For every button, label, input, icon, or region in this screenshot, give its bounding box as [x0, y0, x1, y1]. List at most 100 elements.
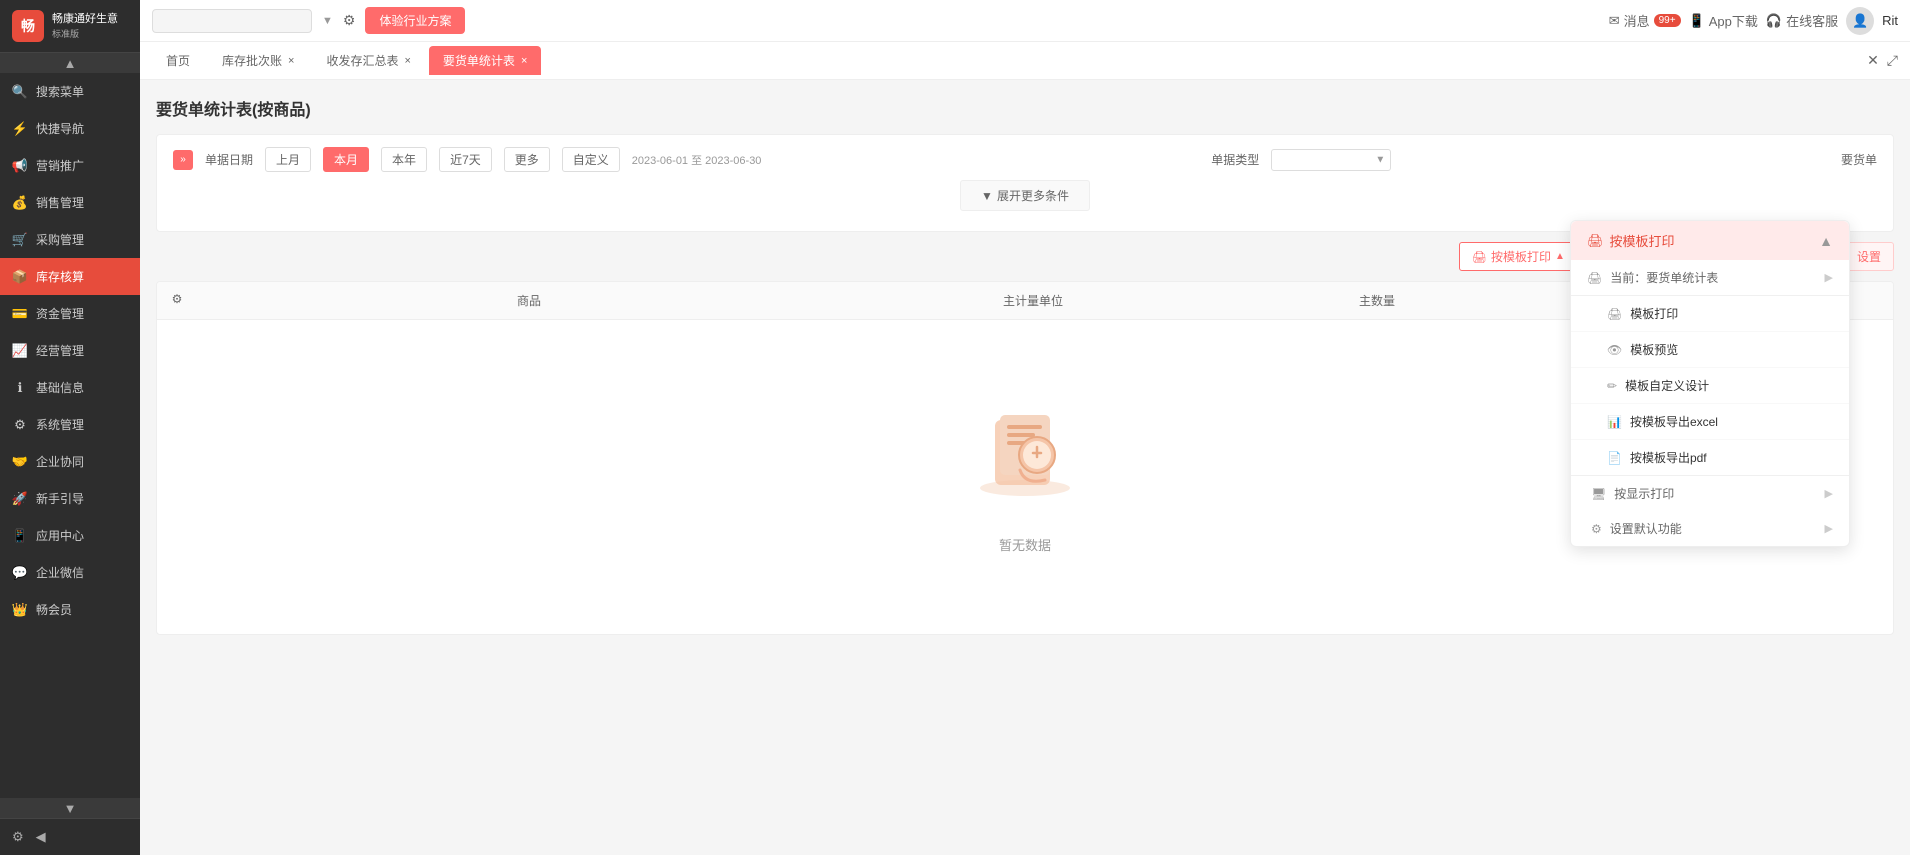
filter-btn-more[interactable]: 更多	[504, 147, 550, 172]
print-dropdown-header: 🖨 按模板打印 ▲	[1571, 221, 1849, 260]
sidebar-item-icon-12: 📱	[12, 528, 28, 544]
empty-text: 暂无数据	[999, 535, 1051, 554]
tab-goods-stats-label: 要货单统计表	[443, 52, 515, 69]
tab-summary-close[interactable]: ×	[404, 55, 410, 67]
user-avatar[interactable]: 👤	[1846, 7, 1874, 35]
sidebar-item-3[interactable]: 💰销售管理	[0, 184, 140, 221]
default-settings-arrow: ▶	[1825, 522, 1833, 535]
date-range-display: 2023-06-01 至 2023-06-30	[632, 152, 762, 168]
tab-inventory-batch-close[interactable]: ×	[288, 55, 294, 67]
tab-inventory-batch[interactable]: 库存批次账 ×	[208, 46, 308, 75]
eye-icon: 👁	[1607, 343, 1622, 357]
print-default-settings-item[interactable]: ⚙ 设置默认功能 ▶	[1571, 511, 1849, 546]
print-current-icon: 🖨	[1587, 271, 1602, 285]
sidebar-item-label-13: 企业微信	[36, 564, 84, 581]
table-col-goods: 商品	[197, 282, 861, 319]
sidebar-item-label-6: 资金管理	[36, 305, 84, 322]
sidebar-item-1[interactable]: ⚡快捷导航	[0, 110, 140, 147]
table-col-unit: 主计量单位	[861, 282, 1205, 319]
window-maximize-btn[interactable]: ⤢	[1887, 52, 1898, 69]
message-btn[interactable]: ✉ 消息 99+	[1609, 11, 1681, 30]
print-display-item[interactable]: 🖥 按显示打印 ▶	[1571, 476, 1849, 511]
rit-label: Rit	[1882, 13, 1898, 28]
filter-row-1: » 单据日期 上月 本月 本年 近7天 更多 自定义 2023-06-01 至 …	[173, 147, 1877, 172]
date-filter-label: 单据日期	[205, 151, 253, 168]
sidebar-item-label-14: 畅会员	[36, 601, 72, 618]
topbar-chevron-icon[interactable]: ▼	[322, 15, 333, 27]
app-name: 畅康通好生意	[52, 12, 118, 27]
scroll-up-arrow[interactable]: ▲	[0, 53, 140, 73]
edit-icon: ✏	[1607, 379, 1617, 393]
sidebar-item-label-9: 系统管理	[36, 416, 84, 433]
sidebar-item-8[interactable]: ℹ基础信息	[0, 369, 140, 406]
topbar: ▼ ⚙ 体验行业方案 ✉ 消息 99+ 📱 App下载 🎧 在线客服 👤 Rit	[140, 0, 1910, 42]
settings-table-btn[interactable]: 设置	[1844, 242, 1894, 271]
sidebar-item-13[interactable]: 💬企业微信	[0, 554, 140, 591]
tabbar: 首页 库存批次账 × 收发存汇总表 × 要货单统计表 × ✕ ⤢	[140, 42, 1910, 80]
print-dropdown-arrow: ▶	[1825, 271, 1833, 284]
sidebar-item-11[interactable]: 🚀新手引导	[0, 480, 140, 517]
sidebar-item-label-3: 销售管理	[36, 194, 84, 211]
tab-home[interactable]: 首页	[152, 46, 204, 75]
sidebar-item-icon-7: 📈	[12, 343, 28, 359]
sidebar-item-2[interactable]: 📢营销推广	[0, 147, 140, 184]
sidebar-item-icon-2: 📢	[12, 158, 28, 174]
topbar-actions: ✉ 消息 99+ 📱 App下载 🎧 在线客服 👤 Rit	[1609, 7, 1898, 35]
print-dropdown-icon: 🖨	[1587, 233, 1604, 249]
print-current-item[interactable]: 🖨 当前：要货单统计表 ▶	[1571, 260, 1849, 296]
goods-filter-label: 要货单	[1841, 151, 1877, 168]
sidebar-collapse-icon[interactable]: ◀	[36, 829, 46, 845]
scroll-down-arrow[interactable]: ▼	[0, 798, 140, 818]
print-arrow-up-icon: ▲	[1555, 251, 1565, 262]
user-icon: 👤	[1852, 13, 1868, 29]
experience-btn[interactable]: 体验行业方案	[365, 7, 465, 34]
sidebar-item-icon-0: 🔍	[12, 84, 28, 100]
sidebar-item-4[interactable]: 🛒采购管理	[0, 221, 140, 258]
app-download-btn[interactable]: 📱 App下载	[1689, 11, 1758, 30]
sidebar-item-icon-9: ⚙	[12, 417, 28, 433]
tab-window-controls: ✕ ⤢	[1867, 52, 1898, 69]
sidebar-item-6[interactable]: 💳资金管理	[0, 295, 140, 332]
sidebar-item-0[interactable]: 🔍搜索菜单	[0, 73, 140, 110]
sidebar-item-label-12: 应用中心	[36, 527, 84, 544]
sidebar-item-12[interactable]: 📱 应用中心	[0, 517, 140, 554]
tab-goods-stats[interactable]: 要货单统计表 ×	[429, 46, 541, 75]
tab-goods-stats-close[interactable]: ×	[521, 55, 527, 67]
sidebar-item-5[interactable]: 📦库存核算	[0, 258, 140, 295]
sidebar-item-label-5: 库存核算	[36, 268, 84, 285]
excel-icon: 📊	[1607, 415, 1622, 429]
print-dropdown-close-btn[interactable]: ▲	[1819, 233, 1833, 249]
print-template-print-item[interactable]: 🖨 模板打印	[1571, 296, 1849, 332]
sidebar-item-7[interactable]: 📈经营管理	[0, 332, 140, 369]
topbar-search-input[interactable]	[152, 9, 312, 33]
type-select-wrapper: ▼	[1271, 149, 1391, 171]
sidebar-item-label-1: 快捷导航	[36, 120, 84, 137]
filter-expand-icon[interactable]: »	[173, 150, 193, 170]
online-service-btn[interactable]: 🎧 在线客服	[1766, 11, 1838, 30]
print-template-pdf-item[interactable]: 📄 按模板导出pdf	[1571, 440, 1849, 475]
phone-icon: 📱	[1689, 13, 1705, 29]
tab-summary[interactable]: 收发存汇总表 ×	[312, 46, 424, 75]
sidebar-settings-icon[interactable]: ⚙	[12, 829, 24, 845]
print-template-btn[interactable]: 🖨 按模板打印 ▲	[1459, 242, 1578, 271]
sidebar-item-14[interactable]: 👑畅会员	[0, 591, 140, 628]
print-template-preview-item[interactable]: 👁 模板预览	[1571, 332, 1849, 368]
sidebar-item-9[interactable]: ⚙ 系统管理	[0, 406, 140, 443]
filter-btn-last-month[interactable]: 上月	[265, 147, 311, 172]
type-select[interactable]	[1271, 149, 1391, 171]
main-area: ▼ ⚙ 体验行业方案 ✉ 消息 99+ 📱 App下载 🎧 在线客服 👤 Rit	[140, 0, 1910, 855]
expand-conditions-btn[interactable]: ▼ 展开更多条件	[960, 180, 1090, 211]
print-template-design-item[interactable]: ✏ 模板自定义设计	[1571, 368, 1849, 404]
username-label: Rit	[1882, 13, 1898, 28]
page-title: 要货单统计表(按商品)	[156, 96, 1894, 120]
filter-btn-this-month[interactable]: 本月	[323, 147, 369, 172]
sidebar-item-label-4: 采购管理	[36, 231, 84, 248]
filter-btn-7days[interactable]: 近7天	[439, 147, 492, 172]
filter-btn-custom[interactable]: 自定义	[562, 147, 620, 172]
print-template-excel-item[interactable]: 📊 按模板导出excel	[1571, 404, 1849, 440]
filter-btn-this-year[interactable]: 本年	[381, 147, 427, 172]
table-col-qty: 主数量	[1205, 282, 1549, 319]
sidebar-item-10[interactable]: 🤝企业协同	[0, 443, 140, 480]
window-close-btn[interactable]: ✕	[1867, 52, 1879, 69]
topbar-settings-icon[interactable]: ⚙	[343, 12, 356, 29]
